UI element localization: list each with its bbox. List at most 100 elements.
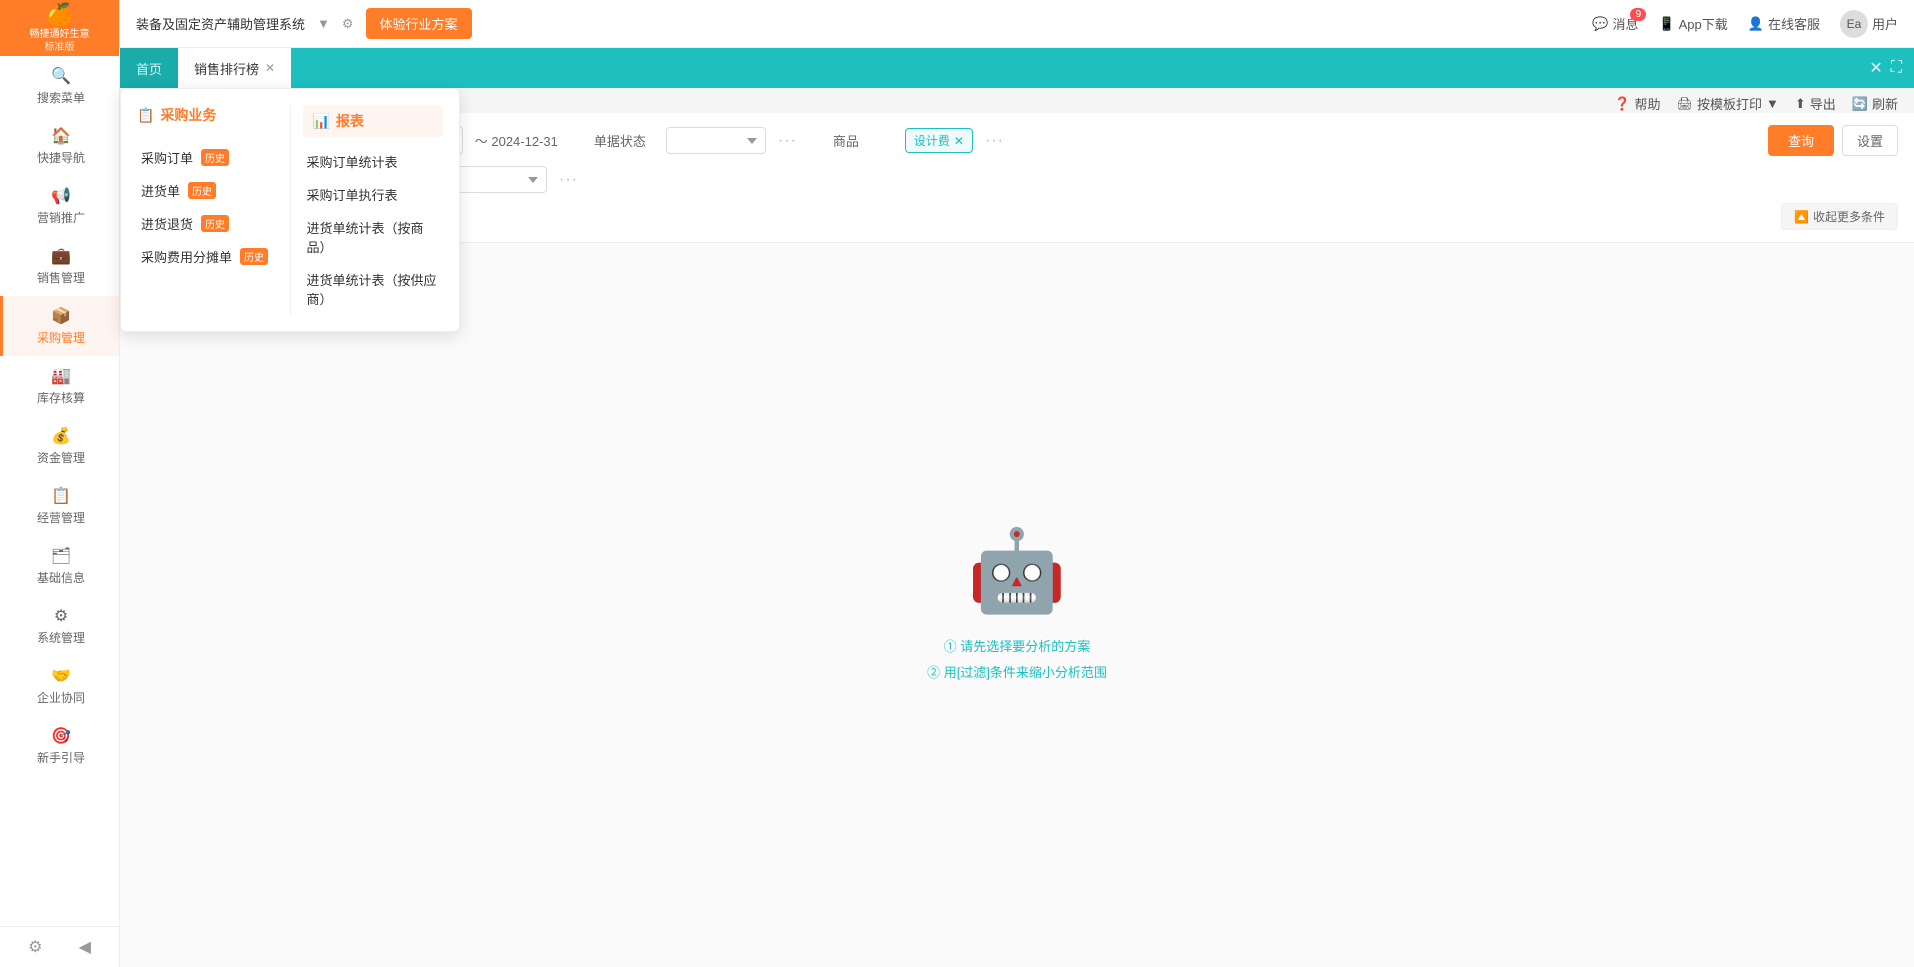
export-button[interactable]: ⬆ 导出 xyxy=(1795,94,1836,113)
sidebar-label-sales: 销售管理 xyxy=(37,269,85,286)
sidebar-item-inventory[interactable]: 🏭 库存核算 xyxy=(0,356,119,416)
sidebar-item-quick-nav[interactable]: 🏠 快捷导航 xyxy=(0,116,119,176)
hist-badge-1: 历史 xyxy=(201,149,229,166)
order-exec-label: 采购订单执行表 xyxy=(307,185,398,204)
query-button[interactable]: 查询 xyxy=(1768,125,1834,156)
sidebar-item-corp[interactable]: 🤝 企业协同 xyxy=(0,656,119,716)
brand-name: 畅捷通好生意 标准版 xyxy=(30,28,90,54)
status-label: 单据状态 xyxy=(594,131,654,150)
message-badge: 9 xyxy=(1630,8,1646,21)
avatar: Ea xyxy=(1840,10,1868,38)
tab-close-all-icon[interactable]: ✕ xyxy=(1869,58,1882,78)
status-select[interactable] xyxy=(666,127,766,154)
print-button[interactable]: 🖨 按模板打印 ▼ xyxy=(1676,94,1778,113)
goods-more-icon[interactable]: ··· xyxy=(985,132,1004,150)
stock-in-label: 进货单 xyxy=(141,181,180,200)
purchase-dropdown-menu: 📋 采购业务 采购订单 历史 进货单 历史 进货退货 历史 采购费用分摊单 历史 xyxy=(120,88,460,332)
sidebar-item-operation[interactable]: 📋 经营管理 xyxy=(0,476,119,536)
phone-icon: 📱 xyxy=(1658,16,1674,32)
system-icon: ⚙ xyxy=(54,606,68,626)
service-item[interactable]: 👤 在线客服 xyxy=(1748,14,1820,33)
tab-expand-icon[interactable]: ⛶ xyxy=(1891,59,1902,77)
dropdown-item-stock-in[interactable]: 进货单 历史 xyxy=(137,174,278,207)
collapse-label: 收起更多条件 xyxy=(1813,208,1885,225)
hist-badge-3: 历史 xyxy=(201,215,229,232)
guide-icon: 🎯 xyxy=(51,726,71,746)
dropdown-divider xyxy=(290,105,291,315)
tab-bar: 首页 销售排行榜 ✕ ✕ ⛶ xyxy=(120,48,1914,88)
dropdown-item-order-stat[interactable]: 采购订单统计表 xyxy=(303,145,444,178)
sidebar-label-system: 系统管理 xyxy=(37,629,85,646)
sidebar-label-base: 基础信息 xyxy=(37,569,85,586)
sidebar-item-sales[interactable]: 💼 销售管理 xyxy=(0,236,119,296)
header-settings-icon[interactable]: ⚙ xyxy=(342,16,354,32)
sidebar-nav: 🔍 搜索菜单 🏠 快捷导航 📢 营销推广 💼 销售管理 📦 采购管理 🏭 库存核… xyxy=(0,56,119,926)
sidebar-item-system[interactable]: ⚙ 系统管理 xyxy=(0,596,119,656)
dropdown-item-cost[interactable]: 采购费用分摊单 历史 xyxy=(137,240,278,273)
user-item[interactable]: Ea 用户 xyxy=(1840,10,1898,38)
tab-home-label: 首页 xyxy=(136,59,162,78)
inventory-icon: 🏭 xyxy=(51,366,71,386)
goods-tag: 设计费 ✕ xyxy=(905,128,973,153)
goods-tag-close[interactable]: ✕ xyxy=(954,134,964,148)
sidebar-item-base[interactable]: 🗂 基础信息 xyxy=(0,536,119,596)
sidebar-item-search[interactable]: 🔍 搜索菜单 xyxy=(0,56,119,116)
order-stat-label: 采购订单统计表 xyxy=(307,152,398,171)
sidebar-label-inventory: 库存核算 xyxy=(37,389,85,406)
collapse-sidebar-icon[interactable]: ◀ xyxy=(79,937,91,957)
header-right: 💬 消息 9 📱 App下载 👤 在线客服 Ea 用户 xyxy=(1592,10,1898,38)
settings-bottom-icon[interactable]: ⚙ xyxy=(28,937,42,957)
sidebar-logo: 🍊 畅捷通好生意 标准版 xyxy=(0,0,119,56)
sidebar-label-corp: 企业协同 xyxy=(37,689,85,706)
dropdown-title-purchase: 📋 采购业务 xyxy=(137,105,278,129)
message-item[interactable]: 💬 消息 9 xyxy=(1592,14,1638,33)
sidebar-item-finance[interactable]: 💰 资金管理 xyxy=(0,416,119,476)
sidebar-bottom: ⚙ ◀ xyxy=(0,926,119,967)
dropdown-title-report: 📊 报表 xyxy=(303,105,444,137)
sidebar: 🍊 畅捷通好生意 标准版 🔍 搜索菜单 🏠 快捷导航 📢 营销推广 💼 销售管理… xyxy=(0,0,120,967)
sidebar-item-purchase[interactable]: 📦 采购管理 xyxy=(0,296,119,356)
collapse-button[interactable]: 🔼 收起更多条件 xyxy=(1781,203,1898,230)
date-range-value: ～ 2024-12-31 xyxy=(475,131,558,150)
collapse-icon: 🔼 xyxy=(1794,210,1809,224)
help-icon: ❓ xyxy=(1614,96,1630,112)
top-header: 装备及固定资产辅助管理系统 ▼ ⚙ 体验行业方案 💬 消息 9 📱 App下载 … xyxy=(120,0,1914,48)
dropdown-item-order-exec[interactable]: 采购订单执行表 xyxy=(303,178,444,211)
dropdown-item-goods-stat[interactable]: 进货单统计表（按商品） xyxy=(303,211,444,263)
tab-close-icon[interactable]: ✕ xyxy=(265,61,275,75)
header-dropdown-icon[interactable]: ▼ xyxy=(317,16,330,31)
finance-icon: 💰 xyxy=(51,426,71,446)
refresh-icon: 🔄 xyxy=(1852,96,1868,112)
help-button[interactable]: ❓ 帮助 xyxy=(1614,94,1660,113)
sidebar-label-guide: 新手引导 xyxy=(37,749,85,766)
hist-badge-4: 历史 xyxy=(240,248,268,265)
dropdown-col-purchase: 📋 采购业务 采购订单 历史 进货单 历史 进货退货 历史 采购费用分摊单 历史 xyxy=(137,105,278,315)
tab-sales-rank[interactable]: 销售排行榜 ✕ xyxy=(178,48,291,88)
status-more-icon[interactable]: ··· xyxy=(778,132,797,150)
goods-label: 商品 xyxy=(833,131,893,150)
sidebar-label-quick-nav: 快捷导航 xyxy=(37,149,85,166)
dropdown-item-purchase-order[interactable]: 采购订单 历史 xyxy=(137,141,278,174)
dropdown-item-supplier-stat[interactable]: 进货单统计表（按供应商） xyxy=(303,263,444,315)
tab-home[interactable]: 首页 xyxy=(120,48,178,88)
purchase-icon: 📦 xyxy=(51,306,71,326)
filter-actions: 查询 设置 xyxy=(1768,125,1898,156)
return-label: 进货退货 xyxy=(141,214,193,233)
sidebar-item-marketing[interactable]: 📢 营销推广 xyxy=(0,176,119,236)
dropdown-col-report: 📊 报表 采购订单统计表 采购订单执行表 进货单统计表（按商品） 进货单统计表（… xyxy=(303,105,444,315)
dropdown-item-return[interactable]: 进货退货 历史 xyxy=(137,207,278,240)
industry-button[interactable]: 体验行业方案 xyxy=(366,8,472,39)
app-download-item[interactable]: 📱 App下载 xyxy=(1658,14,1727,33)
staff-more-icon[interactable]: ··· xyxy=(559,171,578,189)
refresh-button[interactable]: 🔄 刷新 xyxy=(1852,94,1898,113)
cost-label: 采购费用分摊单 xyxy=(141,247,232,266)
sidebar-label-purchase: 采购管理 xyxy=(37,329,85,346)
base-icon: 🗂 xyxy=(51,546,71,566)
sidebar-label-operation: 经营管理 xyxy=(37,509,85,526)
sidebar-item-guide[interactable]: 🎯 新手引导 xyxy=(0,716,119,776)
staff-select[interactable] xyxy=(447,166,547,193)
print-icon: 🖨 xyxy=(1676,96,1693,112)
settings-button[interactable]: 设置 xyxy=(1842,125,1898,156)
sidebar-label-search: 搜索菜单 xyxy=(37,89,85,106)
sidebar-label-marketing: 营销推广 xyxy=(37,209,85,226)
